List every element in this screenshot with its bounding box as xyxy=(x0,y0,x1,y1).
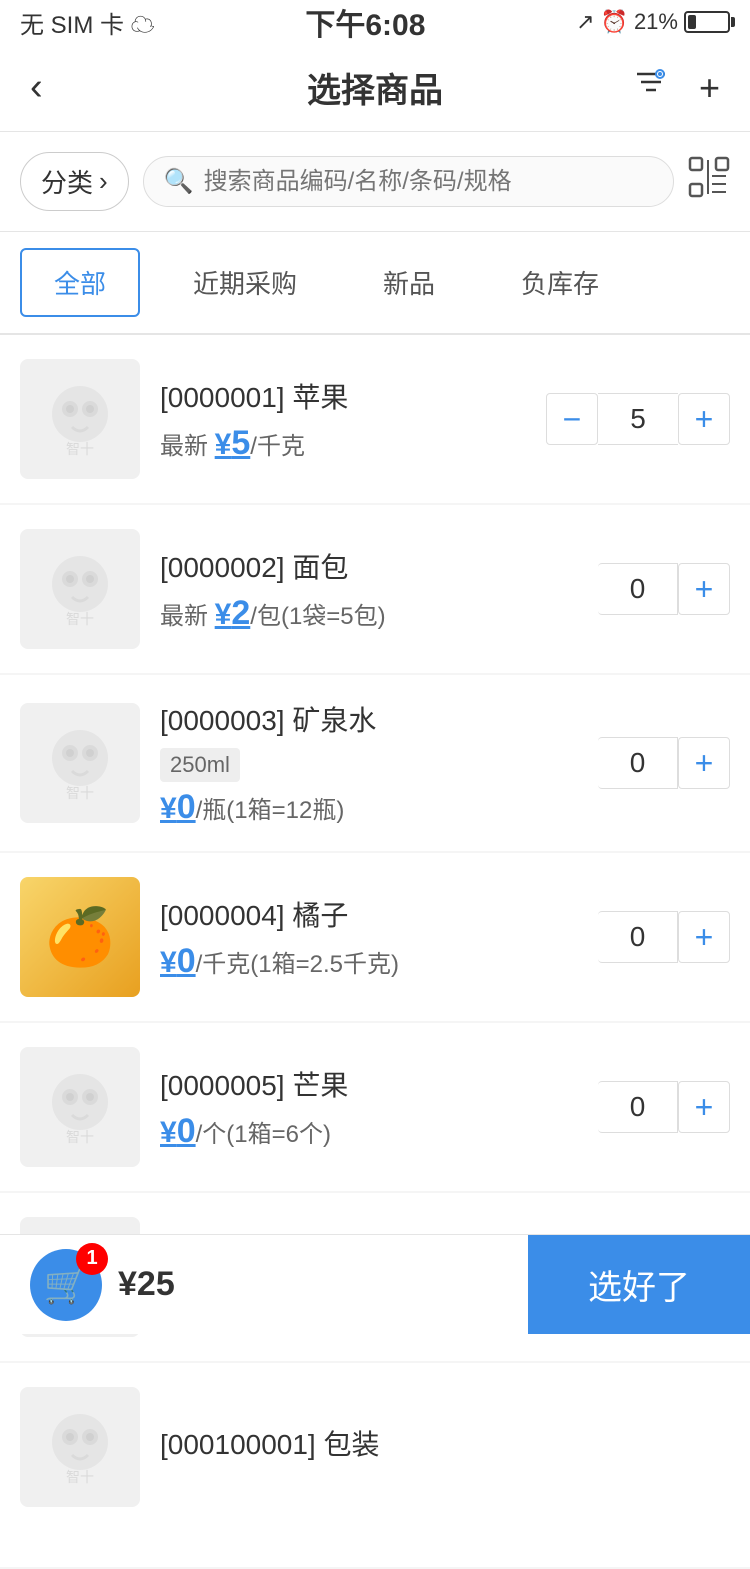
nav-actions: + xyxy=(633,65,720,110)
quantity-decrease-button[interactable]: − xyxy=(546,393,598,445)
product-item: 智十 [0000003] 矿泉水 250ml ¥0/瓶(1箱=12瓶) + xyxy=(0,675,750,851)
product-thumbnail: 智十 xyxy=(20,359,140,479)
status-left: 无 SIM 卡 ☁ xyxy=(20,5,155,40)
quantity-input[interactable] xyxy=(598,393,678,445)
product-price: ¥0/瓶(1箱=12瓶) xyxy=(160,788,578,827)
quantity-input[interactable] xyxy=(598,737,678,789)
tab-recent[interactable]: 近期采购 xyxy=(160,248,330,317)
product-info: [0000002] 面包 最新 ¥2/包(1袋=5包) xyxy=(160,546,578,633)
back-button[interactable]: ‹ xyxy=(30,66,43,109)
tab-negative[interactable]: 负库存 xyxy=(488,248,632,317)
search-input[interactable] xyxy=(204,168,653,196)
quantity-input[interactable] xyxy=(598,1081,678,1133)
add-button[interactable]: + xyxy=(699,67,720,109)
product-thumbnail: 智十 xyxy=(20,1047,140,1167)
tab-new[interactable]: 新品 xyxy=(350,248,468,317)
quantity-control: + xyxy=(598,911,730,963)
battery-fill xyxy=(688,15,696,29)
product-info: [0000003] 矿泉水 250ml ¥0/瓶(1箱=12瓶) xyxy=(160,699,578,827)
status-time: 下午6:08 xyxy=(305,0,425,44)
status-right: ↗ ⏰ 21% xyxy=(576,9,730,35)
quantity-increase-button[interactable]: + xyxy=(678,737,730,789)
product-thumbnail: 智十 xyxy=(20,703,140,823)
tab-row: 全部 近期采购 新品 负库存 xyxy=(0,232,750,335)
product-list: 智十 [0000001] 苹果 最新 ¥5/千克 − + 智十 xyxy=(0,335,750,1567)
product-info: [0000005] 芒果 ¥0/个(1箱=6个) xyxy=(160,1064,578,1151)
product-item: 智十 [0000005] 芒果 ¥0/个(1箱=6个) + xyxy=(0,1023,750,1191)
product-info: [0000004] 橘子 ¥0/千克(1箱=2.5千克) xyxy=(160,894,578,981)
svg-text:智十: 智十 xyxy=(66,441,94,457)
quantity-control: + xyxy=(598,737,730,789)
product-spec: 250ml xyxy=(160,748,240,782)
product-price: ¥0/千克(1箱=2.5千克) xyxy=(160,942,578,981)
svg-text:智十: 智十 xyxy=(66,611,94,627)
cart-badge: 1 xyxy=(76,1243,108,1275)
category-button[interactable]: 分类 › xyxy=(20,152,129,211)
quantity-increase-button[interactable]: + xyxy=(678,911,730,963)
svg-text:智十: 智十 xyxy=(66,1469,94,1485)
quantity-control: + xyxy=(598,1081,730,1133)
page-title: 选择商品 xyxy=(307,63,443,112)
sim-status: 无 SIM 卡 ☁ xyxy=(20,5,155,40)
cart-section: 🛒 1 ¥25 xyxy=(0,1249,528,1321)
filter-icon[interactable] xyxy=(633,65,669,110)
product-thumbnail: 智十 xyxy=(20,529,140,649)
alarm-icon: ⏰ xyxy=(601,9,628,35)
filter-row: 分类 › 🔍 xyxy=(0,132,750,232)
quantity-increase-button[interactable]: + xyxy=(678,1081,730,1133)
quantity-increase-button[interactable]: + xyxy=(678,563,730,615)
product-name: [000100001] 包装 xyxy=(160,1423,730,1463)
product-item: 智十 [0000002] 面包 最新 ¥2/包(1袋=5包) + xyxy=(0,505,750,673)
product-item: 智十 [0000001] 苹果 最新 ¥5/千克 − + xyxy=(0,335,750,503)
product-name: [0000002] 面包 xyxy=(160,546,578,586)
bottom-bar: 🛒 1 ¥25 选好了 xyxy=(0,1234,750,1334)
product-name: [0000001] 苹果 xyxy=(160,376,526,416)
nav-bar: ‹ 选择商品 + xyxy=(0,44,750,132)
product-info: [000100001] 包装 xyxy=(160,1423,730,1471)
quantity-increase-button[interactable]: + xyxy=(678,393,730,445)
product-price: 最新 ¥5/千克 xyxy=(160,424,526,463)
svg-text:智十: 智十 xyxy=(66,1129,94,1145)
scan-button[interactable] xyxy=(688,156,730,207)
battery-percent: 21% xyxy=(634,9,678,35)
tab-all[interactable]: 全部 xyxy=(20,248,140,317)
search-icon: 🔍 xyxy=(164,167,194,196)
quantity-input[interactable] xyxy=(598,911,678,963)
product-name: [0000004] 橘子 xyxy=(160,894,578,934)
cart-total: ¥25 xyxy=(118,1265,175,1304)
category-label: 分类 xyxy=(41,163,93,200)
svg-text:智十: 智十 xyxy=(66,785,94,801)
product-item: 智十 [000100001] 包装 xyxy=(0,1363,750,1567)
battery-icon xyxy=(684,11,730,33)
confirm-button[interactable]: 选好了 xyxy=(528,1235,750,1334)
product-item: 🍊 [0000004] 橘子 ¥0/千克(1箱=2.5千克) + xyxy=(0,853,750,1021)
quantity-control: − + xyxy=(546,393,730,445)
product-name: [0000003] 矿泉水 xyxy=(160,699,578,739)
quantity-input[interactable] xyxy=(598,563,678,615)
product-price: ¥0/个(1箱=6个) xyxy=(160,1112,578,1151)
product-price: 最新 ¥2/包(1袋=5包) xyxy=(160,594,578,633)
quantity-control: + xyxy=(598,563,730,615)
cart-icon-wrap[interactable]: 🛒 1 xyxy=(30,1249,102,1321)
category-arrow-icon: › xyxy=(99,166,108,197)
product-name: [0000005] 芒果 xyxy=(160,1064,578,1104)
search-box: 🔍 xyxy=(143,156,674,207)
location-icon: ↗ xyxy=(576,9,594,35)
product-info: [0000001] 苹果 最新 ¥5/千克 xyxy=(160,376,526,463)
product-thumbnail: 智十 xyxy=(20,1387,140,1507)
status-bar: 无 SIM 卡 ☁ 下午6:08 ↗ ⏰ 21% xyxy=(0,0,750,44)
product-thumbnail: 🍊 xyxy=(20,877,140,997)
